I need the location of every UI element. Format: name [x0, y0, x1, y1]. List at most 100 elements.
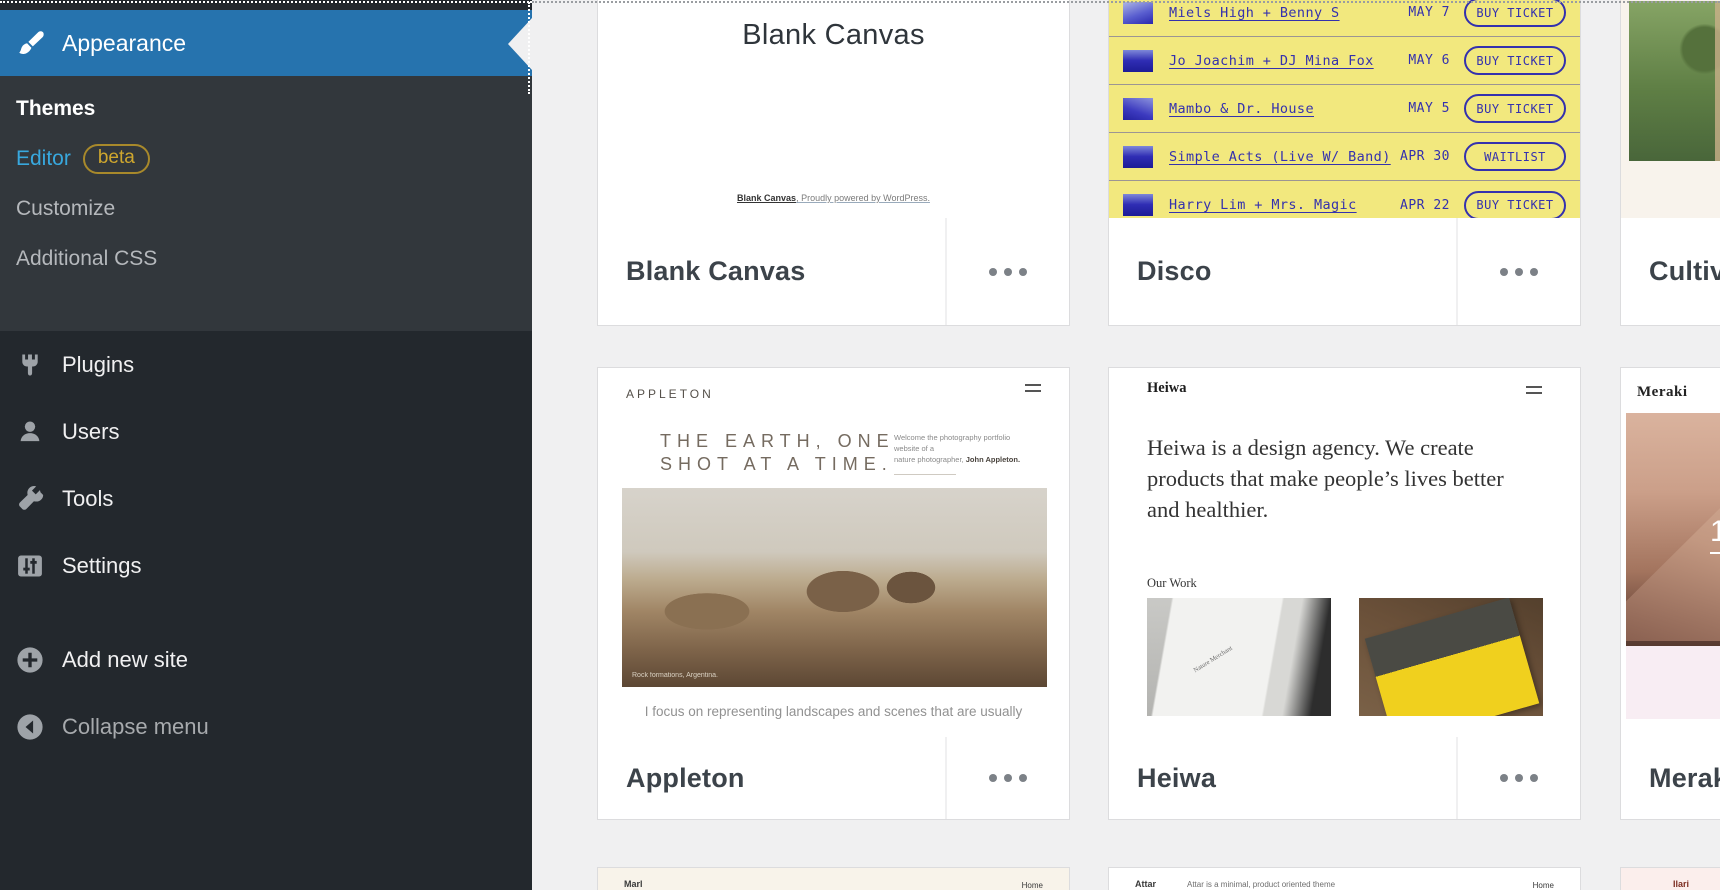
preview-tagline: I focus on representing landscapes and s… [644, 704, 1023, 719]
paintbrush-icon [18, 29, 46, 57]
buy-ticket-button: BUY TICKET [1464, 46, 1566, 75]
opera-house-photo: 16 [1626, 413, 1720, 646]
buy-ticket-button: BUY TICKET [1464, 0, 1566, 27]
theme-options-button[interactable] [945, 737, 1069, 819]
collapse-arrow-icon [16, 713, 44, 741]
focus-outline-top-content [532, 1, 1720, 3]
sidebar-item-settings[interactable]: Settings [0, 532, 532, 599]
preview-site-logo: Heiwa [1147, 380, 1187, 396]
section-label: Our Work [1147, 576, 1197, 590]
divider-line [894, 474, 956, 475]
preview-site-title: Marl [624, 879, 643, 889]
magazine-caption: Nature Merchant [1192, 644, 1234, 675]
focus-outline-top-sidebar [0, 1, 532, 3]
preview-intro-text: Welcome the photography portfolio websit… [894, 433, 1021, 464]
preview-footer-credit: Blank Canvas, Proudly powered by WordPre… [737, 193, 930, 203]
preview-site-title: Ilari [1673, 879, 1690, 889]
cultivated-preview[interactable] [1621, 0, 1720, 219]
event-row: Mambo & Dr. House MAY 5 BUY TICKET [1109, 85, 1580, 133]
theme-card-disco: Miels High + Benny S MAY 7 BUY TICKET Jo… [1108, 0, 1581, 326]
blank-canvas-preview[interactable]: Blank Canvas Blank Canvas, Proudly power… [598, 0, 1069, 219]
sidebar-item-editor[interactable]: Editor beta [0, 134, 532, 184]
buy-ticket-button: BUY TICKET [1464, 94, 1566, 123]
event-thumbnail-image [1123, 97, 1153, 120]
preview-headline: Heiwa is a design agency. We create prod… [1147, 435, 1504, 522]
beta-badge: beta [82, 144, 150, 174]
sidebar-item-appearance[interactable]: Appearance [0, 10, 532, 76]
theme-card-marl[interactable]: Marl Marl is a minimal, product-oriented… [597, 867, 1070, 890]
sidebar-item-plugins[interactable]: Plugins [0, 331, 532, 398]
theme-card-footer: Disco [1109, 218, 1580, 325]
sidebar-item-customize[interactable]: Customize [0, 184, 532, 234]
event-row: Harry Lim + Mrs. Magic APR 22 BUY TICKET [1109, 181, 1580, 219]
preview-nav-home: Home [1021, 881, 1043, 890]
plus-circle-icon [16, 646, 44, 674]
sidebar-item-additional-css[interactable]: Additional CSS [0, 234, 532, 284]
appleton-preview[interactable]: APPLETON THE EARTH, ONE SHOT AT A TIME. … [598, 368, 1069, 739]
event-row: Jo Joachim + DJ Mina Fox MAY 6 BUY TICKE… [1109, 37, 1580, 85]
preview-site-logo: Meraki [1637, 384, 1688, 400]
sidebar-item-themes[interactable]: Themes [0, 84, 532, 134]
photo-caption: Rock formations, Argentina. [632, 672, 718, 679]
event-row: Simple Acts (Live W/ Band) APR 30 WAITLI… [1109, 133, 1580, 181]
theme-card-meraki: Meraki 16 Meraki [1620, 367, 1720, 820]
theme-card-blank-canvas: Blank Canvas Blank Canvas, Proudly power… [597, 0, 1070, 326]
preview-nav-home: Home [1532, 881, 1554, 890]
sidebar-item-users[interactable]: Users [0, 398, 532, 465]
ellipsis-icon [989, 774, 1027, 782]
theme-name: Heiwa [1137, 762, 1217, 793]
hamburger-menu-icon [1025, 384, 1041, 396]
event-row: Miels High + Benny S MAY 7 BUY TICKET [1109, 0, 1580, 37]
themes-grid: Blank Canvas Blank Canvas, Proudly power… [532, 0, 1720, 890]
theme-card-footer: Cultiv [1621, 218, 1720, 325]
plug-icon [16, 351, 44, 379]
desert-landscape-photo: Rock formations, Argentina. [622, 488, 1047, 687]
theme-name: Cultiv [1649, 256, 1720, 286]
theme-card-attar[interactable]: Attar Attar is a minimal, product orient… [1108, 867, 1581, 890]
pink-section-block [1626, 646, 1720, 719]
sidebar-item-tools[interactable]: Tools [0, 465, 532, 532]
theme-card-footer: Appleton [598, 737, 1069, 819]
meraki-preview[interactable]: Meraki 16 [1621, 368, 1720, 739]
preview-headline: THE EARTH, ONE SHOT AT A TIME. [660, 431, 895, 474]
hamburger-menu-icon [1526, 386, 1542, 398]
theme-card-ilari[interactable]: Ilari [1620, 867, 1720, 890]
sliders-icon [16, 552, 44, 580]
disco-preview[interactable]: Miels High + Benny S MAY 7 BUY TICKET Jo… [1109, 0, 1580, 219]
theme-card-footer: Heiwa [1109, 737, 1580, 819]
ellipsis-icon [1500, 267, 1538, 276]
magazine-photo: Nature Merchant [1147, 598, 1331, 716]
theme-options-button[interactable] [945, 218, 1069, 325]
yellow-magazine-photo [1359, 598, 1543, 716]
theme-card-cultivated: Cultiv [1620, 0, 1720, 326]
event-thumbnail-image [1123, 194, 1153, 216]
buy-ticket-button: BUY TICKET [1464, 190, 1566, 219]
event-list: Miels High + Benny S MAY 7 BUY TICKET Jo… [1109, 0, 1580, 219]
theme-name: Meraki [1649, 762, 1720, 793]
ellipsis-icon [1500, 774, 1538, 782]
event-thumbnail-image [1123, 49, 1153, 72]
theme-options-button[interactable] [1456, 218, 1580, 325]
preview-site-logo: APPLETON [626, 387, 714, 401]
theme-options-button[interactable] [1456, 737, 1580, 819]
user-icon [16, 418, 44, 446]
preview-site-description: Attar is a minimal, product oriented the… [1187, 880, 1336, 889]
theme-card-footer: Blank Canvas [598, 218, 1069, 325]
plants-photo [1629, 1, 1720, 161]
waitlist-button: WAITLIST [1464, 142, 1566, 171]
theme-name: Disco [1137, 256, 1212, 286]
focus-outline-side [528, 2, 530, 94]
sidebar-item-collapse-menu[interactable]: Collapse menu [0, 693, 532, 760]
admin-sidebar: Appearance Themes Editor beta Customize … [0, 0, 532, 890]
theme-name: Appleton [626, 762, 745, 793]
ellipsis-icon [989, 267, 1027, 276]
event-thumbnail-image [1123, 1, 1153, 24]
theme-card-heiwa: Heiwa Heiwa is a design agency. We creat… [1108, 367, 1581, 820]
wrench-icon [16, 485, 44, 513]
work-gallery: Nature Merchant [1147, 598, 1543, 716]
yellow-magazine-cover [1364, 598, 1540, 716]
opera-house-sail [1626, 441, 1720, 641]
heiwa-preview[interactable]: Heiwa Heiwa is a design agency. We creat… [1109, 368, 1580, 739]
sidebar-item-add-new-site[interactable]: Add new site [0, 626, 532, 693]
preview-site-title: Attar [1135, 879, 1157, 889]
